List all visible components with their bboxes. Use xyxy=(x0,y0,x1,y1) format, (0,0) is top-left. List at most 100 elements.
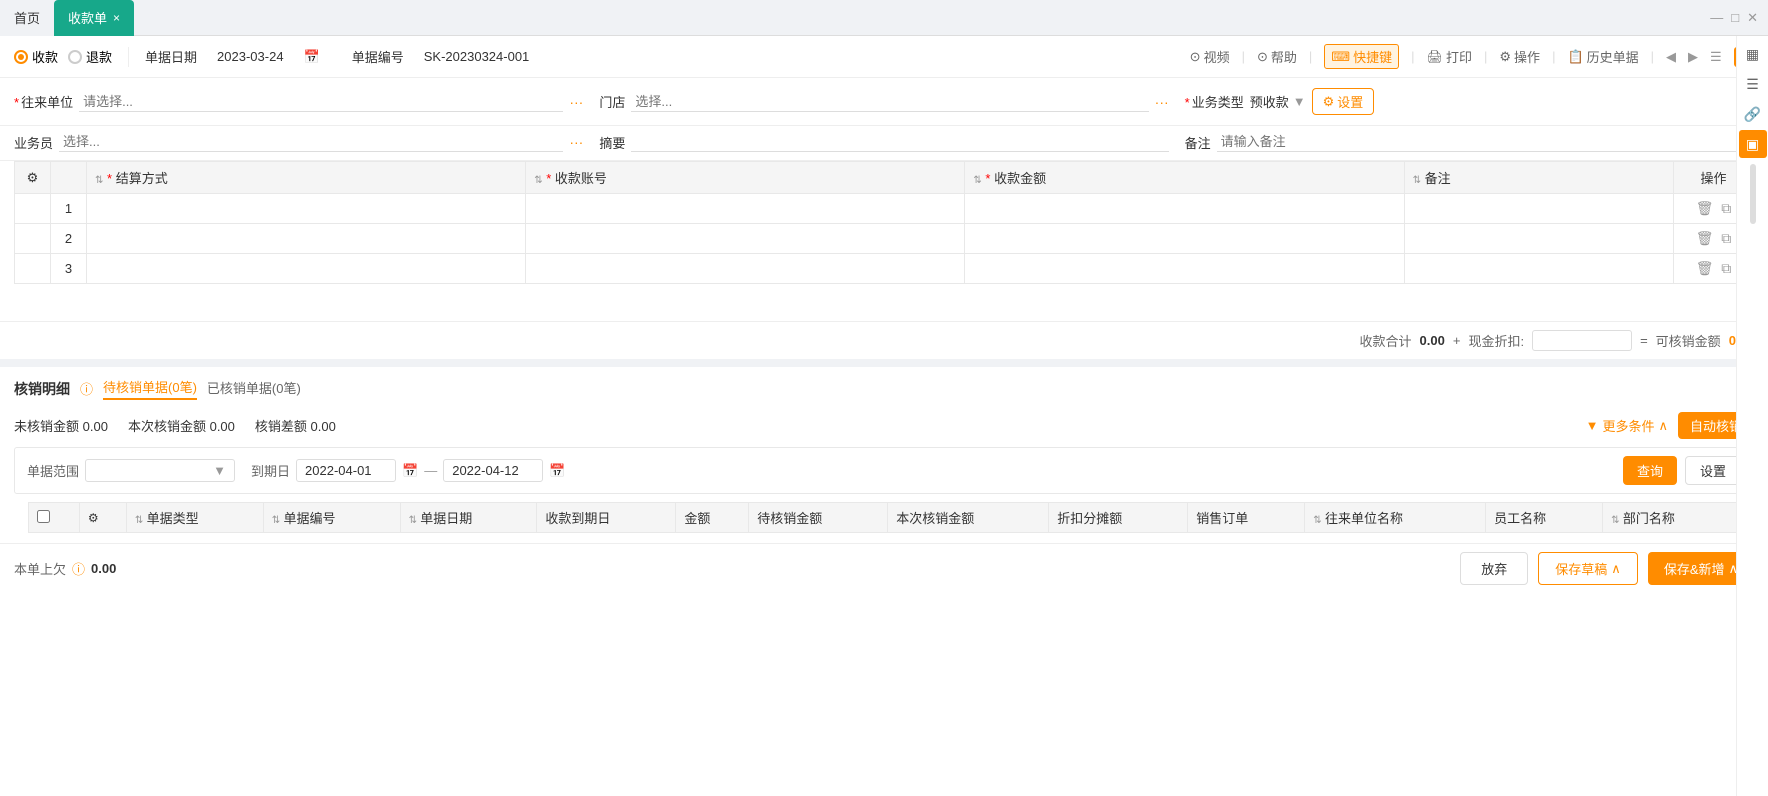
hx-info-icon[interactable]: ⓘ xyxy=(80,379,93,398)
summary-input[interactable] xyxy=(631,132,1168,152)
radio-tuikuan-label: 退款 xyxy=(86,47,112,66)
more-filter-btn[interactable]: ▼ 更多条件 ∧ xyxy=(1586,416,1668,435)
col-pending-header: 待核销金额 xyxy=(749,503,888,533)
range-select[interactable]: ▼ xyxy=(85,459,235,482)
due-date-item: 到期日 📅 — 📅 xyxy=(251,459,565,482)
hx-section: 核销明细 ⓘ 待核销单据(0笔) 已核销单据(0笔) 未核销金额 0.00 本次… xyxy=(0,359,1768,543)
this-time-label: 本次核销金额 xyxy=(128,419,206,434)
tab-close-icon[interactable]: × xyxy=(113,11,120,25)
partner-input[interactable] xyxy=(79,92,563,112)
partner-more-btn[interactable]: ··· xyxy=(569,94,583,110)
col-checkbox-header[interactable] xyxy=(29,503,80,533)
bottom-col-settings[interactable]: ⚙ xyxy=(79,503,126,533)
calendar-icon-from[interactable]: 📅 xyxy=(402,463,418,479)
view-list-icon[interactable]: ☰ xyxy=(1710,49,1722,65)
date-from-input[interactable] xyxy=(296,459,396,482)
biz-type-label: 业务类型 xyxy=(1185,92,1244,111)
biz-type-select[interactable]: 预收款 ▼ xyxy=(1250,92,1306,111)
hx-stats: 未核销金额 0.00 本次核销金额 0.00 核销差额 0.00 ▼ 更多条件 … xyxy=(14,408,1754,447)
tab-home[interactable]: 首页 xyxy=(0,0,54,36)
footer-label: 本单上欠 xyxy=(14,559,66,578)
row-copy-btn-1[interactable]: ⧉ xyxy=(1721,200,1731,216)
calendar-icon-to[interactable]: 📅 xyxy=(549,463,565,479)
radio-shoukuan[interactable]: 收款 xyxy=(14,47,58,66)
footer-left: 本单上欠 ⓘ 0.00 xyxy=(14,559,116,578)
col-settings-header[interactable]: ⚙ xyxy=(15,162,51,194)
due-label: 到期日 xyxy=(251,461,290,480)
print-label: 打印 xyxy=(1446,47,1472,66)
table-section: ⚙ ⇅ * 结算方式 ⇅ * 收款账号 ⇅ * 收款 xyxy=(0,161,1768,321)
hx-tab-done[interactable]: 已核销单据(0笔) xyxy=(207,378,301,399)
action-shortcut[interactable]: ⌨ 快捷键 xyxy=(1324,44,1399,69)
right-sidebar: ▦ ☰ 🔗 ▣ xyxy=(1736,36,1768,796)
diff-value: 0.00 xyxy=(311,419,336,434)
staff-more-btn[interactable]: ··· xyxy=(569,134,583,150)
staff-input[interactable] xyxy=(59,132,563,152)
discount-input[interactable] xyxy=(1532,330,1632,351)
unchecked-value: 0.00 xyxy=(83,419,108,434)
col-account-header: ⇅ * 收款账号 xyxy=(526,162,965,194)
print-icon: 🖨 xyxy=(1426,49,1443,65)
row-copy-btn-3[interactable]: ⧉ xyxy=(1721,260,1731,276)
col-this-time-label: 本次核销金额 xyxy=(896,511,974,526)
hx-tab-pending[interactable]: 待核销单据(0笔) xyxy=(103,377,197,400)
settings-btn-label: 设置 xyxy=(1337,92,1363,111)
main-container: 收款 退款 单据日期 2023-03-24 📅 单据编号 SK-20230324… xyxy=(0,36,1768,796)
filter-icon: ▼ xyxy=(1586,418,1599,433)
abandon-btn[interactable]: 放弃 xyxy=(1460,552,1528,585)
sidebar-scrollbar[interactable] xyxy=(1750,164,1756,224)
action-print[interactable]: 🖨 打印 xyxy=(1426,47,1472,66)
sidebar-attachment-icon[interactable]: 🔗 xyxy=(1739,100,1767,128)
col-partner-header: ⇅ 往来单位名称 xyxy=(1305,503,1486,533)
row-copy-btn-2[interactable]: ⧉ xyxy=(1721,230,1731,246)
range-label: 单据范围 xyxy=(27,461,79,480)
doc-value: SK-20230324-001 xyxy=(424,49,530,64)
partner-label: 往来单位 xyxy=(14,92,73,111)
col-remark-label: 备注 xyxy=(1425,171,1451,186)
action-video[interactable]: ⊙ 视频 xyxy=(1190,47,1230,66)
calendar-icon-1[interactable]: 📅 xyxy=(304,49,320,65)
action-history[interactable]: 📋 历史单据 xyxy=(1567,47,1638,66)
action-operate[interactable]: ⚙ 操作 xyxy=(1499,47,1540,66)
tab-shoukuan[interactable]: 收款单 × xyxy=(54,0,134,36)
eq-sign: = xyxy=(1640,333,1648,348)
staff-row: 业务员 ··· xyxy=(14,132,583,152)
close-btn[interactable]: ✕ xyxy=(1747,10,1758,26)
footer-actions: 放弃 保存草稿 ∧ 保存&新增 ∧ xyxy=(1460,552,1754,585)
col-remark-header: ⇅ 备注 xyxy=(1404,162,1673,194)
summary-label: 摘要 xyxy=(599,133,625,152)
form-settings-btn[interactable]: ⚙ 设置 xyxy=(1312,88,1375,115)
sidebar-table-icon[interactable]: ▦ xyxy=(1739,40,1767,68)
radio-tuikuan[interactable]: 退款 xyxy=(68,47,112,66)
video-label: 视频 xyxy=(1204,47,1230,66)
draft-btn[interactable]: 保存草稿 ∧ xyxy=(1538,552,1638,585)
nav-left-icon[interactable]: ◀ xyxy=(1666,49,1676,65)
sidebar-frame-icon[interactable]: ▣ xyxy=(1739,130,1767,158)
store-input[interactable] xyxy=(631,92,1148,112)
hx-settings-btn[interactable]: 设置 xyxy=(1685,456,1741,485)
draft-btn-label: 保存草稿 xyxy=(1555,559,1607,578)
sidebar-list-icon[interactable]: ☰ xyxy=(1739,70,1767,98)
nav-right-icon[interactable]: ▶ xyxy=(1688,49,1698,65)
hx-form-row: 单据范围 ▼ 到期日 📅 — 📅 查询 设置 xyxy=(14,447,1754,494)
draft-arrow-icon: ∧ xyxy=(1611,561,1621,577)
row-delete-btn-1[interactable]: 🗑 xyxy=(1696,200,1714,216)
store-more-btn[interactable]: ··· xyxy=(1155,94,1169,110)
row-delete-btn-3[interactable]: 🗑 xyxy=(1696,260,1714,276)
remark-input[interactable] xyxy=(1217,132,1754,152)
action-help[interactable]: ⊙ 帮助 xyxy=(1257,47,1297,66)
table-row: 1 🗑 ⧉ xyxy=(15,194,1754,224)
date-to-input[interactable] xyxy=(443,459,543,482)
footer: 本单上欠 ⓘ 0.00 放弃 保存草稿 ∧ 保存&新增 ∧ xyxy=(0,543,1768,593)
form-area-1: 往来单位 ··· 门店 ··· 业务类型 预收款 ▼ ⚙ 设置 xyxy=(0,78,1768,126)
minimize-btn[interactable]: — xyxy=(1710,10,1723,25)
select-all-checkbox[interactable] xyxy=(37,510,50,523)
tab-home-label: 首页 xyxy=(14,8,40,27)
hx-btn-row: 查询 设置 xyxy=(1623,456,1741,485)
query-btn[interactable]: 查询 xyxy=(1623,456,1677,485)
col-pending-label: 待核销金额 xyxy=(757,511,822,526)
footer-info-icon[interactable]: ⓘ xyxy=(72,559,85,578)
row-delete-btn-2[interactable]: 🗑 xyxy=(1696,230,1714,246)
diff-stat: 核销差额 0.00 xyxy=(255,416,336,435)
maximize-btn[interactable]: □ xyxy=(1731,10,1739,25)
